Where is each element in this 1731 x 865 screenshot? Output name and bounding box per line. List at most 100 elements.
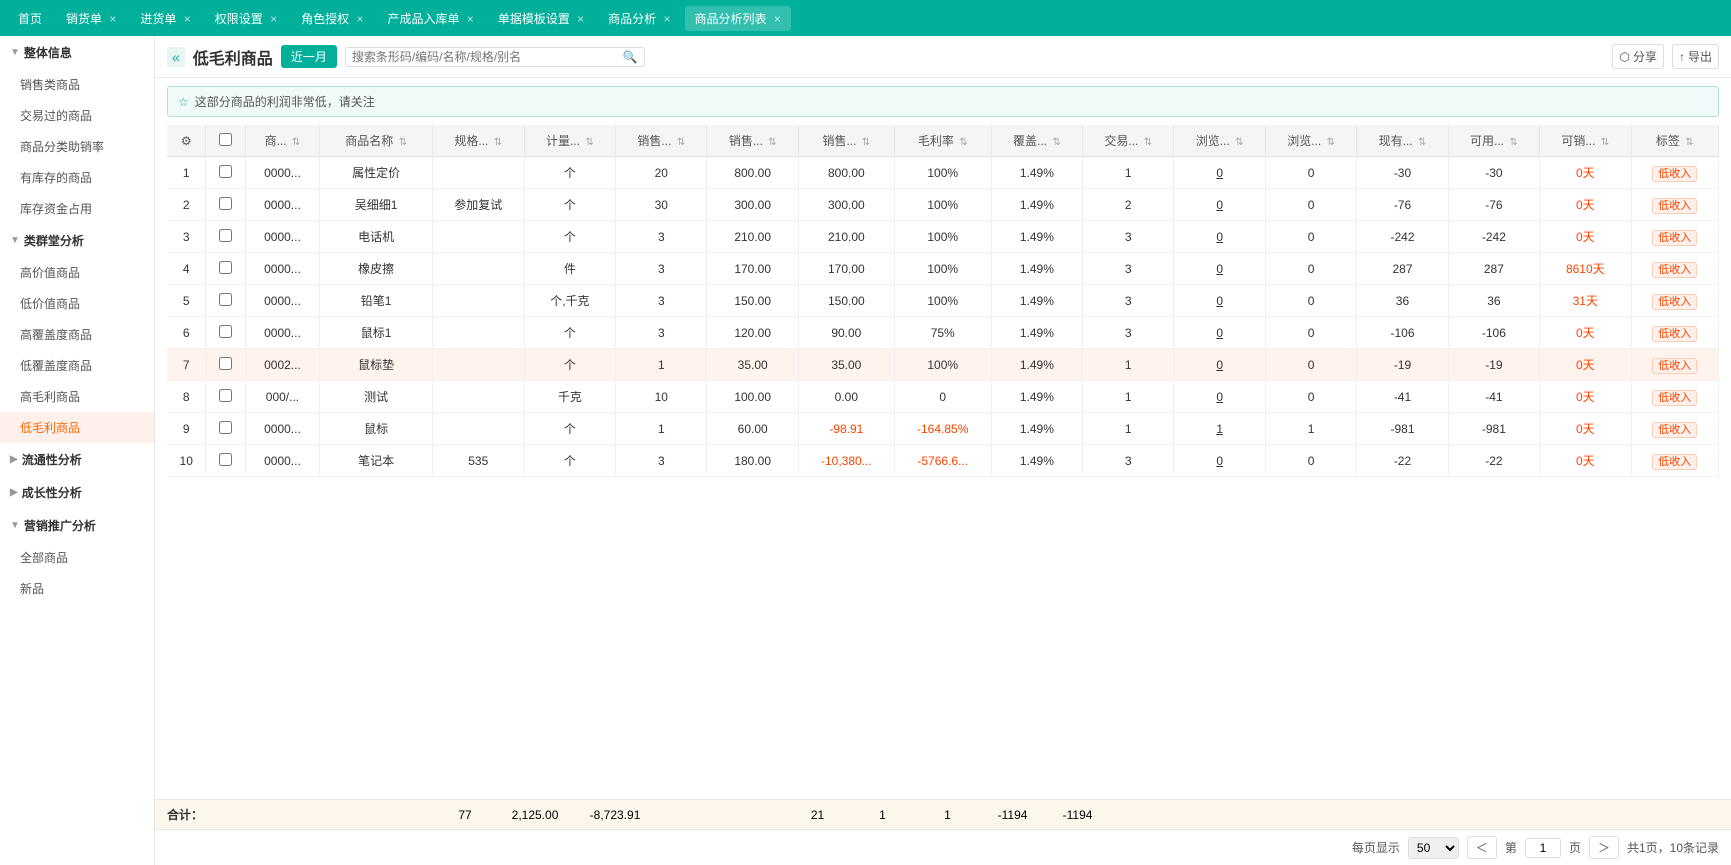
close-permissions-icon[interactable]: × (270, 12, 277, 26)
sidebar-group-growth[interactable]: ▶ 成长性分析 (0, 476, 154, 509)
col-trade-count[interactable]: 交易... ⇅ (1083, 125, 1174, 157)
sidebar-item-all-goods[interactable]: 全部商品 (0, 542, 154, 573)
cell-browse1[interactable]: 0 (1174, 349, 1265, 381)
next-page-button[interactable]: ＞ (1589, 836, 1619, 859)
row-checkbox[interactable] (219, 357, 232, 370)
search-input[interactable] (352, 50, 623, 64)
close-role-icon[interactable]: × (356, 12, 363, 26)
col-coverage[interactable]: 覆盖... ⇅ (991, 125, 1082, 157)
export-button[interactable]: ↑ 导出 (1672, 44, 1719, 69)
sidebar-item-sales-goods[interactable]: 销售类商品 (0, 69, 154, 100)
browse1-link[interactable]: 0 (1216, 294, 1223, 308)
select-all-checkbox[interactable] (219, 133, 232, 146)
nav-permissions[interactable]: 权限设置 × (205, 6, 287, 31)
sidebar-item-capital[interactable]: 库存资金占用 (0, 193, 154, 224)
nav-sales[interactable]: 销货单 × (56, 6, 126, 31)
table-container[interactable]: ⚙ 商... ⇅ 商品名称 ⇅ 规格... ⇅ 计量... ⇅ 销售... ⇅ … (155, 125, 1731, 799)
row-checkbox[interactable] (219, 293, 232, 306)
page-number-input[interactable] (1525, 838, 1561, 858)
nav-home[interactable]: 首页 (8, 6, 52, 31)
row-checkbox[interactable] (219, 261, 232, 274)
col-gross-rate[interactable]: 毛利率 ⇅ (894, 125, 991, 157)
cell-browse1[interactable]: 0 (1174, 157, 1265, 189)
cell-browse1[interactable]: 1 (1174, 413, 1265, 445)
nav-template[interactable]: 单据模板设置 × (488, 6, 594, 31)
cell-browse1[interactable]: 0 (1174, 317, 1265, 349)
sidebar-group-flow[interactable]: ▶ 流通性分析 (0, 443, 154, 476)
col-unit[interactable]: 计量... ⇅ (524, 125, 615, 157)
cell-browse1[interactable]: 0 (1174, 381, 1265, 413)
cell-checkbox[interactable] (206, 221, 245, 253)
browse1-link[interactable]: 0 (1216, 358, 1223, 372)
sidebar-item-in-stock[interactable]: 有库存的商品 (0, 162, 154, 193)
sidebar-group-overall[interactable]: ▼ 整体信息 (0, 36, 154, 69)
col-spec[interactable]: 规格... ⇅ (432, 125, 524, 157)
cell-browse1[interactable]: 0 (1174, 445, 1265, 477)
cell-checkbox[interactable] (206, 189, 245, 221)
browse1-link[interactable]: 0 (1216, 454, 1223, 468)
cell-checkbox[interactable] (206, 317, 245, 349)
col-tag[interactable]: 标签 ⇅ (1631, 125, 1719, 157)
col-saleable[interactable]: 可销... ⇅ (1540, 125, 1631, 157)
cell-checkbox[interactable] (206, 445, 245, 477)
sidebar-group-cluster[interactable]: ▼ 类群堂分析 (0, 224, 154, 257)
share-button[interactable]: ⬡ 分享 (1612, 44, 1664, 69)
sidebar-item-new-goods[interactable]: 新品 (0, 573, 154, 604)
nav-product-entry[interactable]: 产成品入库单 × (377, 6, 483, 31)
row-checkbox[interactable] (219, 229, 232, 242)
close-template-icon[interactable]: × (577, 12, 584, 26)
cell-checkbox[interactable] (206, 413, 245, 445)
close-purchase-icon[interactable]: × (184, 12, 191, 26)
sidebar-item-high-coverage[interactable]: 高覆盖度商品 (0, 319, 154, 350)
close-list-icon[interactable]: × (774, 12, 781, 26)
cell-checkbox[interactable] (206, 285, 245, 317)
browse1-link[interactable]: 0 (1216, 390, 1223, 404)
browse1-link[interactable]: 0 (1216, 166, 1223, 180)
cell-browse1[interactable]: 0 (1174, 189, 1265, 221)
cell-checkbox[interactable] (206, 157, 245, 189)
sidebar-item-high-value[interactable]: 高价值商品 (0, 257, 154, 288)
per-page-select[interactable]: 50 100 200 (1408, 837, 1459, 859)
cell-browse1[interactable]: 0 (1174, 221, 1265, 253)
browse1-link[interactable]: 0 (1216, 326, 1223, 340)
browse1-link[interactable]: 0 (1216, 262, 1223, 276)
col-current-stock[interactable]: 现有... ⇅ (1357, 125, 1448, 157)
col-browse1[interactable]: 浏览... ⇅ (1174, 125, 1265, 157)
col-sales-qty[interactable]: 销售... ⇅ (616, 125, 707, 157)
row-checkbox[interactable] (219, 421, 232, 434)
sidebar-item-low-value[interactable]: 低价值商品 (0, 288, 154, 319)
col-settings[interactable]: ⚙ (167, 125, 206, 157)
sidebar-group-marketing[interactable]: ▼ 营销推广分析 (0, 509, 154, 542)
row-checkbox[interactable] (219, 389, 232, 402)
sidebar-item-low-coverage[interactable]: 低覆盖度商品 (0, 350, 154, 381)
close-sales-icon[interactable]: × (109, 12, 116, 26)
nav-purchase[interactable]: 进货单 × (130, 6, 200, 31)
nav-goods-analysis[interactable]: 商品分析 × (598, 6, 680, 31)
cell-checkbox[interactable] (206, 349, 245, 381)
cell-checkbox[interactable] (206, 381, 245, 413)
row-checkbox[interactable] (219, 453, 232, 466)
browse1-link[interactable]: 1 (1216, 422, 1223, 436)
row-checkbox[interactable] (219, 197, 232, 210)
nav-role-auth[interactable]: 角色授权 × (291, 6, 373, 31)
sidebar-item-high-margin[interactable]: 高毛利商品 (0, 381, 154, 412)
sidebar-item-category-rate[interactable]: 商品分类助销率 (0, 131, 154, 162)
cell-checkbox[interactable] (206, 253, 245, 285)
col-sales-amount[interactable]: 销售... ⇅ (798, 125, 894, 157)
col-name[interactable]: 商品名称 ⇅ (320, 125, 432, 157)
close-product-icon[interactable]: × (467, 12, 474, 26)
col-sales-price[interactable]: 销售... ⇅ (707, 125, 798, 157)
sidebar-item-low-margin[interactable]: 低毛利商品 (0, 412, 154, 443)
row-checkbox[interactable] (219, 165, 232, 178)
col-browse2[interactable]: 浏览... ⇅ (1265, 125, 1356, 157)
col-available[interactable]: 可用... ⇅ (1448, 125, 1539, 157)
close-analysis-icon[interactable]: × (664, 12, 671, 26)
row-checkbox[interactable] (219, 325, 232, 338)
col-checkbox-header[interactable] (206, 125, 245, 157)
browse1-link[interactable]: 0 (1216, 198, 1223, 212)
filter-recent-month-button[interactable]: 近一月 (281, 45, 337, 68)
cell-browse1[interactable]: 0 (1174, 253, 1265, 285)
browse1-link[interactable]: 0 (1216, 230, 1223, 244)
cell-browse1[interactable]: 0 (1174, 285, 1265, 317)
nav-goods-analysis-list[interactable]: 商品分析列表 × (685, 6, 791, 31)
